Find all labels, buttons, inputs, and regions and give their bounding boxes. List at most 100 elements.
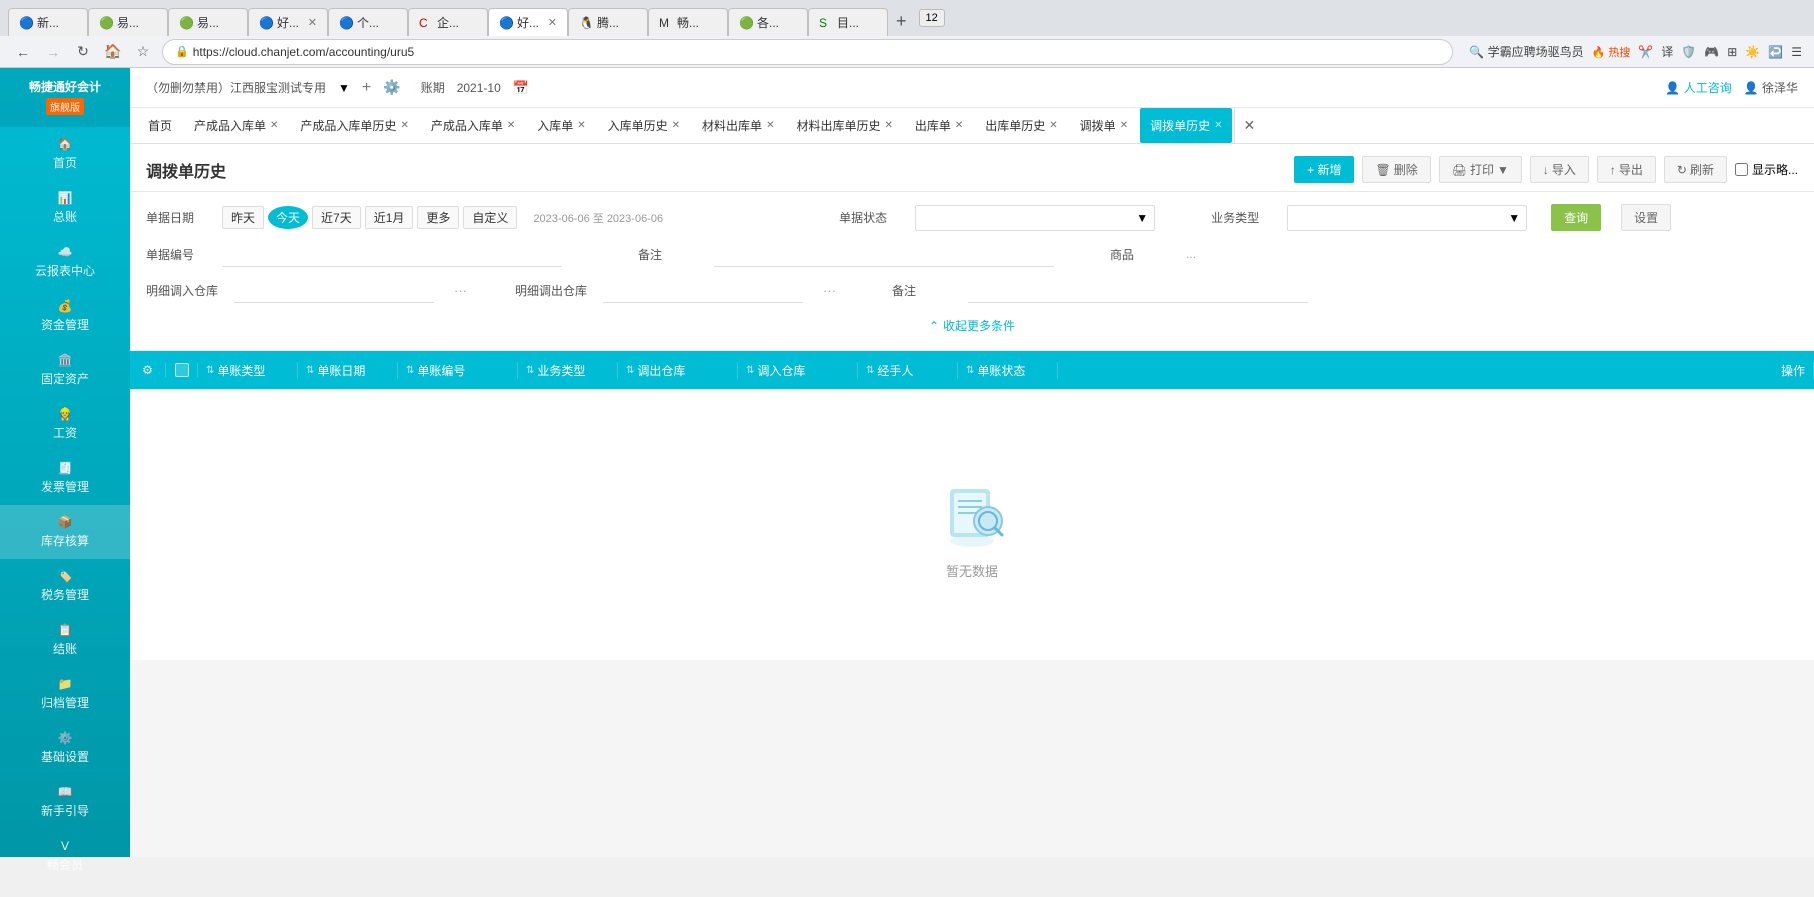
browser-tab-3[interactable]: 🟢易... [168, 8, 248, 36]
from-warehouse-ellipsis[interactable]: ··· [454, 283, 467, 298]
remark-input[interactable] [714, 241, 1054, 267]
new-button[interactable]: + 新增 [1294, 156, 1354, 183]
toolbar-undo[interactable]: ↩️ [1768, 45, 1783, 59]
settings-gear-icon[interactable]: ⚙️ [383, 79, 400, 96]
browser-tab-6[interactable]: C企... [408, 8, 488, 36]
sidebar-item-reports[interactable]: ☁️ 云报表中心 [0, 235, 130, 289]
close-icon[interactable]: ✕ [400, 120, 408, 131]
browser-tab-8[interactable]: 🐧腾... [568, 8, 648, 36]
th-type[interactable]: ⇅ 单账类型 [198, 362, 298, 379]
toolbar-extension1[interactable]: 🛡️ [1681, 45, 1696, 59]
th-number[interactable]: ⇅ 单账编号 [398, 362, 518, 379]
th-checkbox[interactable] [166, 363, 198, 377]
browser-tab-10[interactable]: 🟢各... [728, 8, 808, 36]
display-checkbox[interactable]: 显示略... [1735, 161, 1798, 178]
close-icon[interactable]: ✕ [1120, 120, 1128, 131]
browser-tab-11[interactable]: S目... [808, 8, 888, 36]
nav-back[interactable]: ← [12, 41, 34, 63]
sidebar-item-assets[interactable]: 🏛️ 固定资产 [0, 343, 130, 397]
topnav-item-inbound[interactable]: 入库单 ✕ [527, 108, 595, 143]
topnav-item-outbound[interactable]: 出库单 ✕ [905, 108, 973, 143]
biztype-select[interactable]: ▼ [1287, 205, 1527, 231]
status-select[interactable]: ▼ [915, 205, 1155, 231]
topnav-item-home[interactable]: 首页 [138, 108, 182, 143]
close-icon[interactable]: ✕ [884, 120, 892, 131]
close-icon[interactable]: ✕ [955, 120, 963, 131]
import-button[interactable]: ↓ 导入 [1530, 156, 1589, 183]
toolbar-scissors[interactable]: ✂️ [1638, 45, 1653, 59]
browser-tab-1[interactable]: 🔵新... [8, 8, 88, 36]
nav-reload[interactable]: ↻ [72, 41, 94, 63]
topnav-item-material-outbound[interactable]: 材料出库单 ✕ [692, 108, 784, 143]
th-biztype[interactable]: ⇅ 业务类型 [518, 362, 618, 379]
th-date[interactable]: ⇅ 单账日期 [298, 362, 398, 379]
topnav-item-inbound-history[interactable]: 入库单历史 ✕ [598, 108, 690, 143]
th-status[interactable]: ⇅ 单账状态 [958, 362, 1058, 379]
calendar-icon[interactable]: 📅 [513, 80, 529, 96]
sidebar-item-guide[interactable]: 📖 新手引导 [0, 775, 130, 829]
browser-tab-4[interactable]: 🔵好...✕ [248, 8, 328, 36]
print-button[interactable]: 🖨 打印 ▼ [1439, 156, 1522, 183]
th-gear[interactable]: ⚙ [130, 363, 166, 377]
sidebar-item-settings[interactable]: ⚙️ 基础设置 [0, 721, 130, 775]
from-warehouse-input[interactable] [234, 277, 434, 303]
url-bar[interactable]: 🔒 https://cloud.chanjet.com/accounting/u… [162, 39, 1453, 65]
toolbar-extension2[interactable]: 🎮 [1704, 45, 1719, 59]
collapse-more-btn[interactable]: ⌃ 收起更多条件 [146, 313, 1798, 338]
close-icon[interactable]: ✕ [507, 120, 515, 131]
to-warehouse-input[interactable] [603, 277, 803, 303]
date-btn-today[interactable]: 今天 [268, 206, 308, 229]
sidebar-item-invoice[interactable]: 🧾 发票管理 [0, 451, 130, 505]
browser-tab-5[interactable]: 🔵个... [328, 8, 408, 36]
add-company-btn[interactable]: + [362, 79, 371, 97]
sidebar-item-tax[interactable]: 🏷️ 税务管理 [0, 559, 130, 613]
toolbar-menu[interactable]: ☰ [1791, 45, 1802, 59]
date-btn-custom[interactable]: 自定义 [463, 206, 517, 229]
sidebar-item-home[interactable]: 🏠 首页 [0, 127, 130, 181]
support-link[interactable]: 👤 人工咨询 [1665, 79, 1731, 96]
sidebar-item-inventory[interactable]: 📦 库存核算 [0, 505, 130, 559]
sidebar-item-salary[interactable]: 👷 工资 [0, 397, 130, 451]
close-icon[interactable]: ✕ [1049, 120, 1057, 131]
delete-button[interactable]: 🗑 删除 [1362, 156, 1430, 183]
close-icon[interactable]: ✕ [672, 120, 680, 131]
topnav-item-transfer-history[interactable]: 调拨单历史 ✕ [1140, 108, 1232, 143]
date-btn-1month[interactable]: 近1月 [365, 206, 414, 229]
toolbar-theme[interactable]: ☀️ [1745, 45, 1760, 59]
topnav-item-material-outbound-history[interactable]: 材料出库单历史 ✕ [786, 108, 902, 143]
refresh-button[interactable]: ↻ 刷新 [1664, 156, 1727, 183]
nav-home[interactable]: 🏠 [102, 41, 124, 63]
sidebar-item-member[interactable]: V 畅会员 [0, 829, 130, 883]
company-dropdown-icon[interactable]: ▼ [338, 81, 350, 95]
nav-star[interactable]: ☆ [132, 41, 154, 63]
th-to-wh[interactable]: ⇅ 调入仓库 [738, 362, 858, 379]
settings-button[interactable]: 设置 [1621, 204, 1671, 231]
docnum-input[interactable] [222, 241, 562, 267]
goods-selector[interactable]: ... [1186, 247, 1196, 261]
browser-tab-2[interactable]: 🟢易... [88, 8, 168, 36]
close-icon[interactable]: ✕ [577, 120, 585, 131]
close-icon[interactable]: ✕ [1214, 120, 1222, 131]
browser-tab-9[interactable]: M畅... [648, 8, 728, 36]
date-btn-yesterday[interactable]: 昨天 [222, 206, 264, 229]
sidebar-item-close[interactable]: 📋 结账 [0, 613, 130, 667]
topnav-item-transfer[interactable]: 调拨单 ✕ [1070, 108, 1138, 143]
sidebar-item-archive[interactable]: 📁 归档管理 [0, 667, 130, 721]
th-handler[interactable]: ⇅ 经手人 [858, 362, 958, 379]
topnav-close-all[interactable]: ✕ [1234, 108, 1263, 143]
header-checkbox[interactable] [175, 363, 189, 377]
date-btn-more[interactable]: 更多 [417, 206, 459, 229]
date-btn-7days[interactable]: 近7天 [312, 206, 361, 229]
sidebar-item-funds[interactable]: 💰 资金管理 [0, 289, 130, 343]
close-icon[interactable]: ✕ [270, 120, 278, 131]
export-button[interactable]: ↑ 导出 [1597, 156, 1656, 183]
topnav-item-product-inbound[interactable]: 产成品入库单 ✕ [184, 108, 288, 143]
toolbar-grid[interactable]: ⊞ [1727, 45, 1737, 59]
toolbar-translate[interactable]: 译 [1661, 43, 1673, 60]
browser-tab-7[interactable]: 🔵好...✕ [488, 8, 568, 36]
note-input[interactable] [968, 277, 1308, 303]
close-icon[interactable]: ✕ [766, 120, 774, 131]
th-from-wh[interactable]: ⇅ 调出仓库 [618, 362, 738, 379]
topnav-item-product-inbound-history[interactable]: 产成品入库单历史 ✕ [290, 108, 418, 143]
nav-forward[interactable]: → [42, 41, 64, 63]
